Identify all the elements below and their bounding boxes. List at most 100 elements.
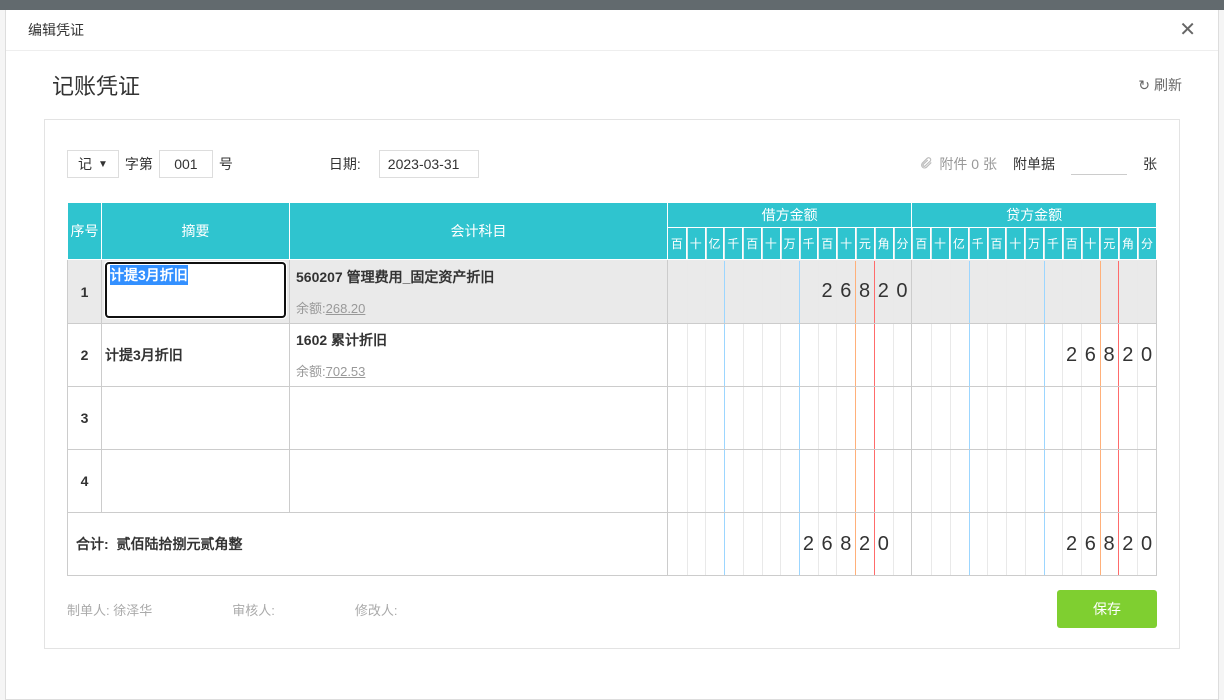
table-row[interactable]: 1560207 管理费用_固定资产折旧余额:268.2026820: [68, 260, 1157, 324]
digit-unit-label: 十: [1081, 228, 1100, 260]
table-row[interactable]: 2计提3月折旧1602 累计折旧余额:702.5326820: [68, 324, 1157, 387]
digit-unit-label: 百: [912, 228, 931, 260]
digit-cell: [743, 513, 762, 575]
date-input[interactable]: [379, 150, 479, 178]
digit-cell: [799, 261, 818, 323]
digit-cell: [1118, 387, 1137, 449]
digit-unit-label: 十: [761, 228, 780, 260]
digit-cell: [762, 324, 781, 386]
digit-cell: [1006, 261, 1025, 323]
row-summary-cell[interactable]: [102, 450, 290, 513]
creator-label: 制单人:: [67, 603, 110, 618]
row-subject-cell[interactable]: 1602 累计折旧余额:702.53: [290, 324, 668, 387]
row-debit-cell[interactable]: [668, 387, 912, 450]
digit-unit-label: 千: [1043, 228, 1062, 260]
digit-cell: [987, 324, 1006, 386]
total-label-cell: 合计: 贰佰陆拾捌元贰角整: [68, 513, 668, 576]
digit-cell: [762, 513, 781, 575]
digit-unit-label: 元: [855, 228, 874, 260]
row-credit-cell[interactable]: [912, 450, 1157, 513]
digit-cell: [855, 387, 874, 449]
digit-cell: [743, 387, 762, 449]
row-subject-cell[interactable]: 560207 管理费用_固定资产折旧余额:268.20: [290, 260, 668, 324]
digit-cell: [912, 324, 931, 386]
row-subject-name: 560207 管理费用_固定资产折旧: [296, 267, 661, 287]
page-title: 记账凭证: [52, 69, 140, 101]
digit-cell: [1025, 513, 1044, 575]
digit-cell: [1118, 261, 1137, 323]
date-label: 日期:: [329, 154, 361, 174]
digit-cell: 2: [1062, 324, 1081, 386]
digit-cell: [1025, 387, 1044, 449]
row-summary-cell[interactable]: [102, 260, 290, 324]
digit-cell: [969, 324, 988, 386]
digit-cell: 2: [874, 261, 893, 323]
digit-cell: [668, 450, 687, 512]
modal-body: 记账凭证 ↻ 刷新 记 ▼ 字第 号 日期:: [6, 51, 1218, 669]
close-icon[interactable]: ✕: [1179, 20, 1196, 40]
digit-cell: [1062, 387, 1081, 449]
digit-cell: [1137, 387, 1156, 449]
digit-cell: [705, 450, 724, 512]
digit-cell: 6: [1081, 324, 1100, 386]
row-credit-cell[interactable]: [912, 387, 1157, 450]
digit-cell: [931, 450, 950, 512]
digit-cell: [893, 450, 912, 512]
refresh-button[interactable]: ↻ 刷新: [1138, 75, 1182, 95]
row-summary-cell[interactable]: [102, 387, 290, 450]
digit-cell: [912, 261, 931, 323]
digit-cell: [931, 261, 950, 323]
table-row[interactable]: 4: [68, 450, 1157, 513]
digit-unit-label: 十: [931, 228, 950, 260]
attachbill-input[interactable]: [1071, 153, 1127, 175]
digit-cell: 6: [836, 261, 855, 323]
row-subject-cell[interactable]: [290, 450, 668, 513]
digit-cell: [1006, 450, 1025, 512]
digit-unit-label: 十: [1006, 228, 1025, 260]
digit-cell: [705, 387, 724, 449]
digit-cell: [1006, 513, 1025, 575]
col-seq-header: 序号: [68, 203, 102, 260]
digit-unit-label: 百: [818, 228, 837, 260]
col-subject-header: 会计科目: [290, 203, 668, 260]
app-top-bar: [0, 0, 1224, 10]
digit-cell: [987, 450, 1006, 512]
row-subject-cell[interactable]: [290, 387, 668, 450]
creator-value: 徐泽华: [113, 603, 152, 618]
row-summary-cell[interactable]: 计提3月折旧: [102, 324, 290, 387]
refresh-label: 刷新: [1154, 75, 1182, 95]
summary-input[interactable]: [105, 262, 286, 318]
digit-cell: [668, 387, 687, 449]
modifier-label: 修改人:: [355, 603, 398, 618]
digit-cell: [1081, 450, 1100, 512]
voucher-type-select[interactable]: 记 ▼: [67, 150, 119, 178]
row-credit-cell[interactable]: [912, 260, 1157, 324]
table-row[interactable]: 3: [68, 387, 1157, 450]
row-debit-cell[interactable]: [668, 324, 912, 387]
voucher-number-input[interactable]: [159, 150, 213, 178]
row-debit-cell[interactable]: [668, 450, 912, 513]
row-debit-cell[interactable]: 26820: [668, 260, 912, 324]
digit-cell: [1081, 387, 1100, 449]
digit-cell: [1044, 513, 1063, 575]
digit-unit-label: 十: [837, 228, 856, 260]
digit-unit-label: 亿: [705, 228, 724, 260]
voucher-footer: 制单人: 徐泽华 审核人: 修改人: 保存: [67, 590, 1157, 628]
digit-cell: [855, 450, 874, 512]
digit-cell: [724, 450, 743, 512]
digit-cell: [893, 513, 912, 575]
caret-down-icon: ▼: [98, 159, 108, 170]
digit-cell: 0: [1137, 513, 1156, 575]
total-cn-amount: 贰佰陆拾捌元贰角整: [117, 536, 243, 552]
digit-unit-label: 千: [968, 228, 987, 260]
row-subject-balance: 余额:702.53: [296, 361, 661, 380]
digit-cell: [931, 387, 950, 449]
row-seq: 2: [68, 324, 102, 387]
digit-cell: [762, 387, 781, 449]
attachment-link[interactable]: 附件 0 张: [919, 154, 997, 174]
voucher-meta-left: 记 ▼ 字第 号 日期:: [67, 150, 479, 178]
row-credit-cell[interactable]: 26820: [912, 324, 1157, 387]
save-button[interactable]: 保存: [1057, 590, 1157, 628]
digit-cell: [780, 324, 799, 386]
digit-cell: [969, 513, 988, 575]
